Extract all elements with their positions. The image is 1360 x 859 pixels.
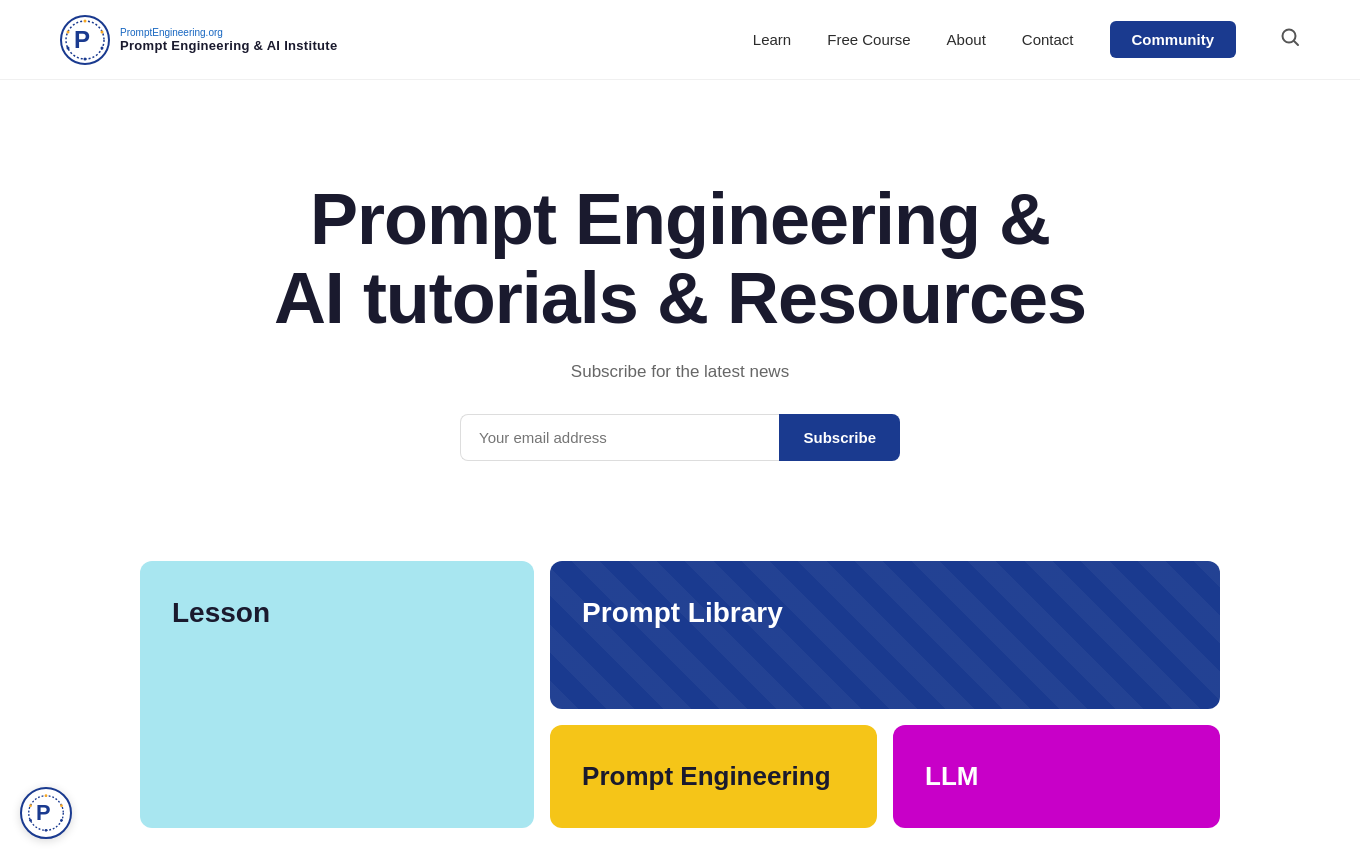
svg-point-7: [67, 30, 70, 33]
navbar: P PromptEngineering.org Prompt Engineeri…: [0, 0, 1360, 80]
svg-point-14: [60, 819, 63, 822]
nav-link-about[interactable]: About: [947, 31, 986, 48]
hero-section: Prompt Engineering & AI tutorials & Reso…: [0, 80, 1360, 541]
logo-icon: P: [60, 15, 110, 65]
email-input[interactable]: [460, 414, 779, 461]
svg-text:P: P: [74, 26, 90, 53]
svg-line-9: [1294, 41, 1298, 45]
prompt-engineering-card[interactable]: Prompt Engineering: [550, 725, 877, 828]
svg-point-17: [29, 804, 32, 807]
subscribe-button[interactable]: Subscribe: [779, 414, 900, 461]
svg-point-5: [84, 57, 87, 60]
svg-point-3: [101, 30, 104, 33]
svg-point-16: [29, 819, 32, 822]
svg-text:P: P: [36, 800, 51, 825]
svg-point-15: [45, 829, 48, 832]
llm-card[interactable]: LLM: [893, 725, 1220, 828]
prompt-library-card[interactable]: Prompt Library: [550, 561, 1220, 709]
logo-text: PromptEngineering.org Prompt Engineering…: [120, 27, 337, 53]
nav-link-free-course[interactable]: Free Course: [827, 31, 910, 48]
bottom-cards: Prompt Engineering LLM: [550, 725, 1220, 828]
cards-section: Lesson Prompt Library Prompt Engineering…: [0, 561, 1360, 828]
llm-card-title: LLM: [925, 761, 1188, 792]
search-icon[interactable]: [1280, 27, 1300, 52]
right-cards: Prompt Library Prompt Engineering LLM: [550, 561, 1220, 828]
nav-link-learn[interactable]: Learn: [753, 31, 791, 48]
logo[interactable]: P PromptEngineering.org Prompt Engineeri…: [60, 15, 337, 65]
svg-point-12: [45, 794, 48, 797]
lesson-card-title: Lesson: [172, 597, 502, 629]
prompt-library-card-title: Prompt Library: [582, 597, 1188, 629]
svg-point-2: [84, 19, 87, 22]
subscribe-form: Subscribe: [460, 414, 900, 461]
svg-point-6: [67, 46, 70, 49]
logo-bottom-text: Prompt Engineering & AI Institute: [120, 38, 337, 53]
svg-point-4: [101, 46, 104, 49]
svg-point-13: [60, 804, 63, 807]
nav-links: Learn Free Course About Contact Communit…: [753, 21, 1300, 58]
hero-subtitle: Subscribe for the latest news: [40, 362, 1320, 382]
nav-link-contact[interactable]: Contact: [1022, 31, 1074, 48]
lesson-card[interactable]: Lesson: [140, 561, 534, 828]
prompt-engineering-card-title: Prompt Engineering: [582, 761, 845, 792]
community-button[interactable]: Community: [1110, 21, 1237, 58]
logo-top-text: PromptEngineering.org: [120, 27, 337, 38]
floating-logo-badge[interactable]: P: [20, 787, 72, 839]
hero-title: Prompt Engineering & AI tutorials & Reso…: [230, 180, 1130, 338]
